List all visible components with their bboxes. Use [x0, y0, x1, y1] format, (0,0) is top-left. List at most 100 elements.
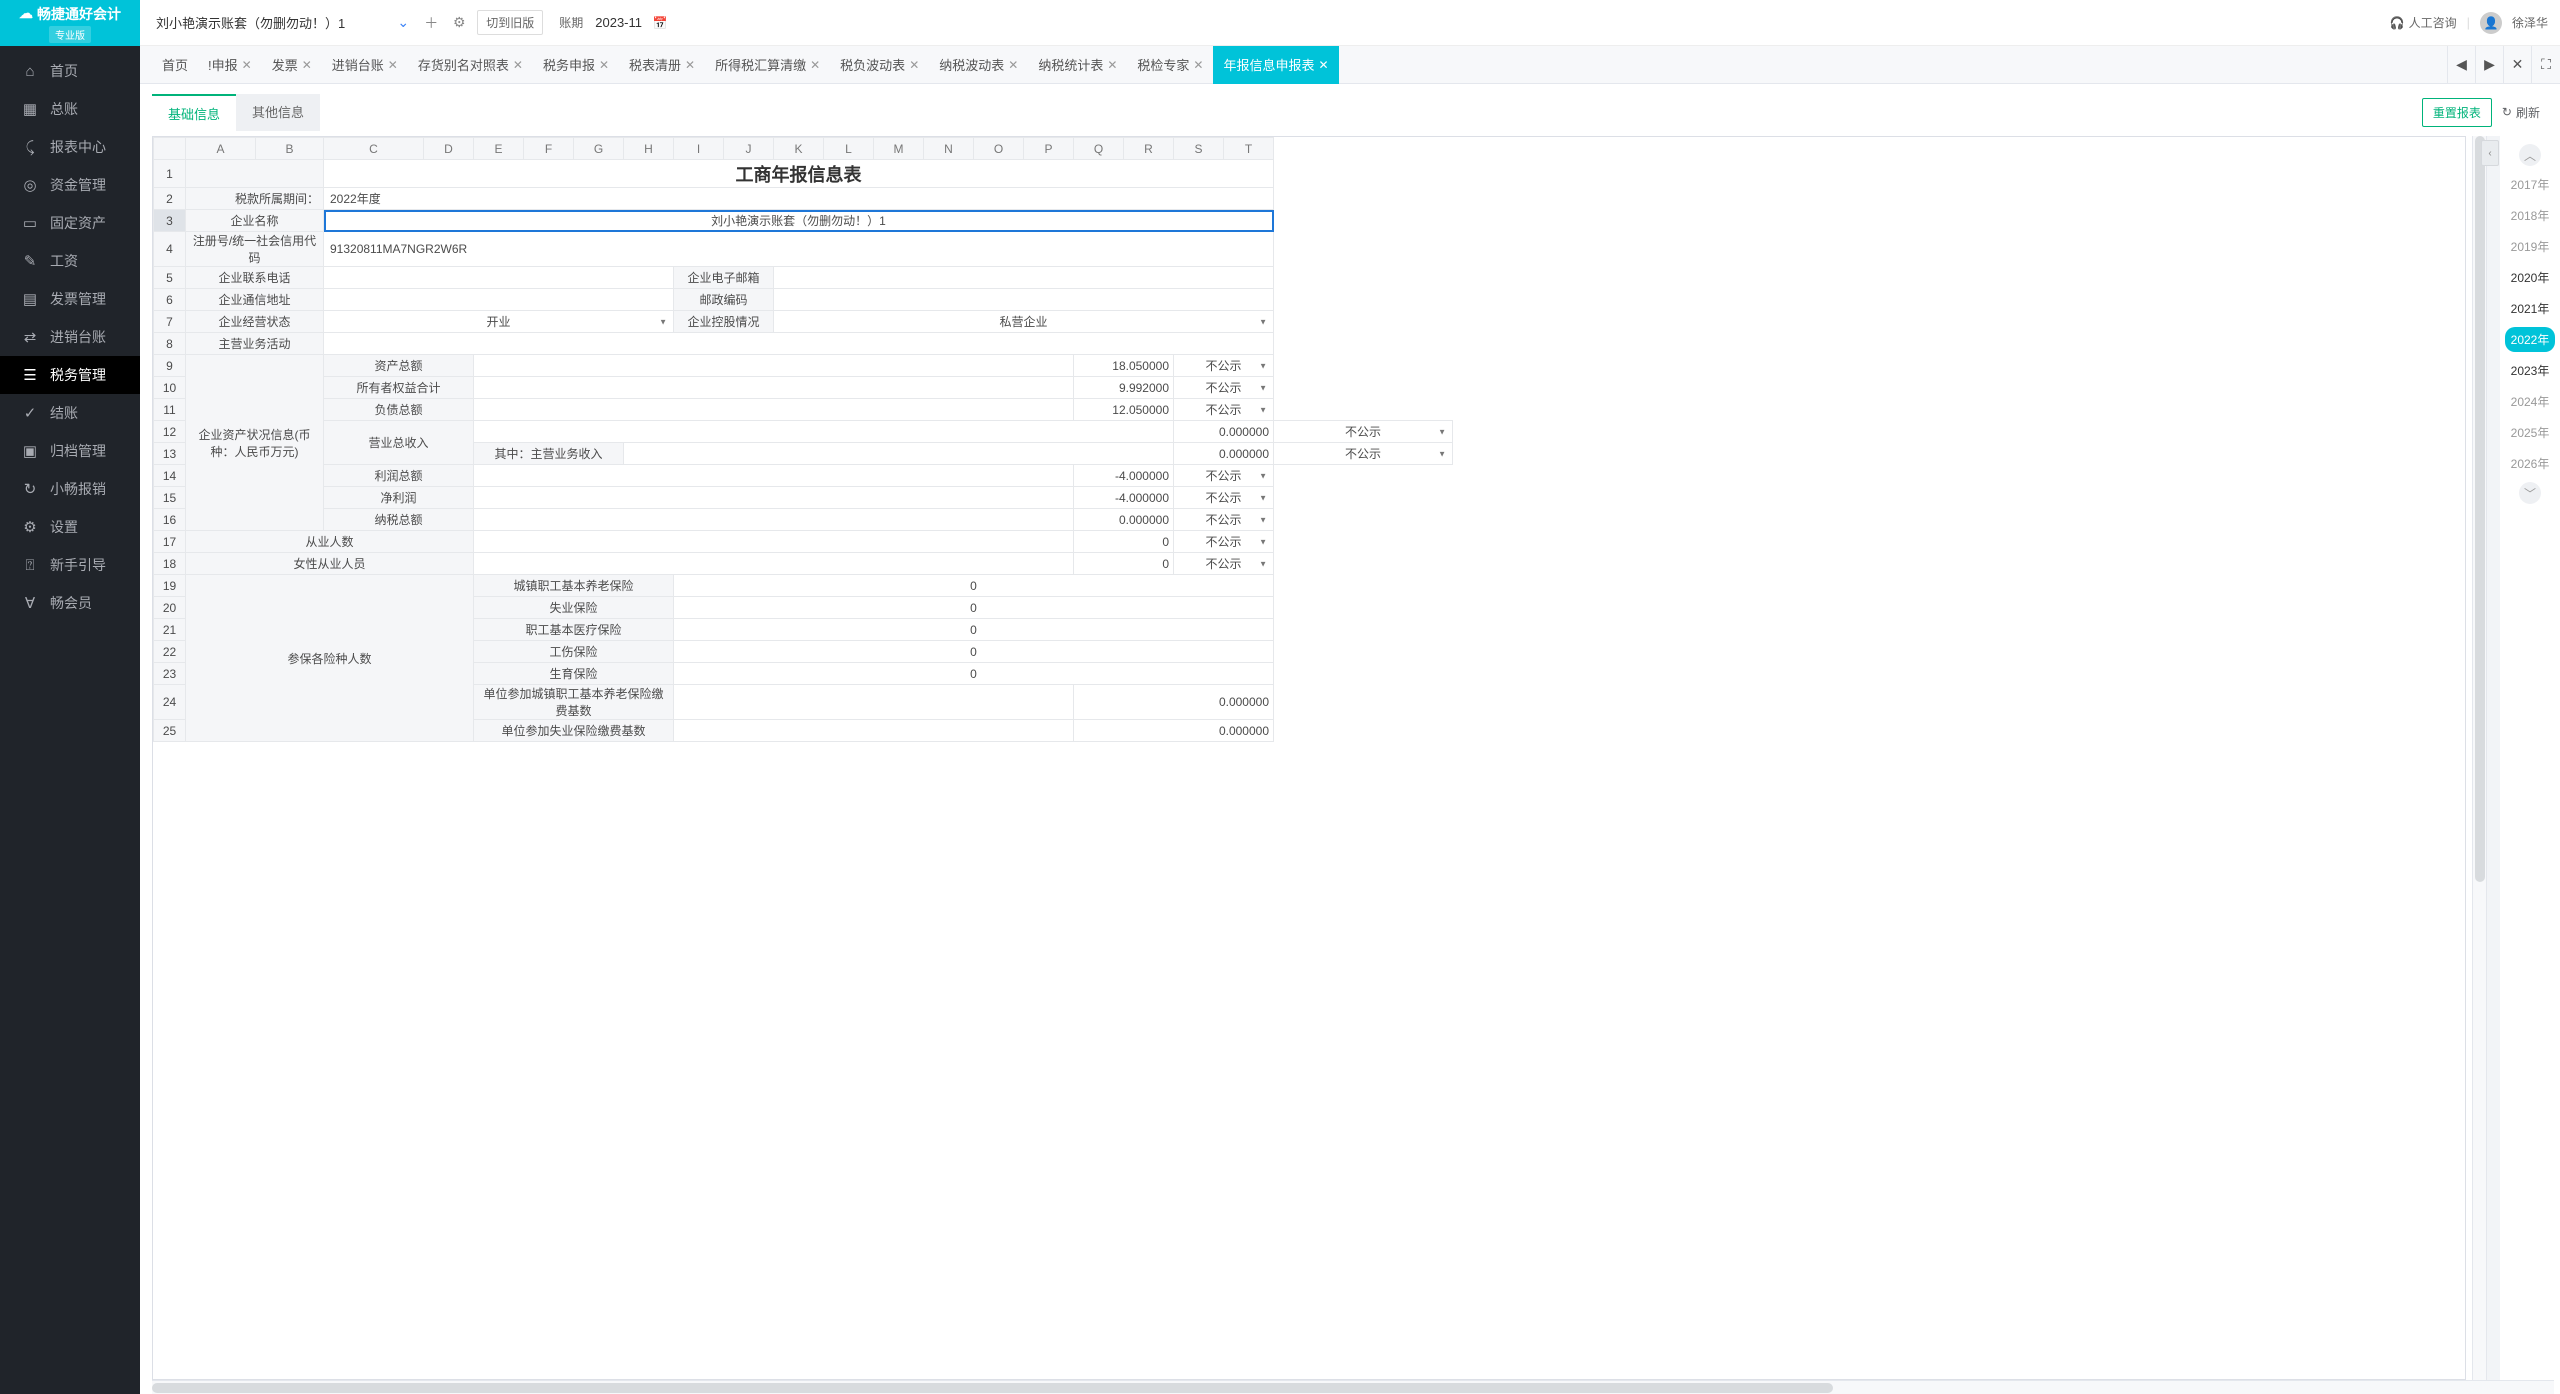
- nav-label: 小畅报销: [50, 479, 106, 499]
- close-icon[interactable]: ✕: [1319, 58, 1329, 72]
- close-icon[interactable]: ✕: [1008, 58, 1018, 72]
- nav-label: 工资: [50, 251, 78, 271]
- tab-label: !申报: [208, 55, 238, 74]
- nav-item-14[interactable]: ∀畅会员: [0, 584, 140, 622]
- horizontal-scrollbar[interactable]: [152, 1380, 2554, 1394]
- tabs-next-button[interactable]: ▶: [2476, 46, 2504, 84]
- nav-label: 畅会员: [50, 593, 92, 613]
- year-2026年[interactable]: 2026年: [2505, 451, 2556, 476]
- nav-label: 总账: [50, 99, 78, 119]
- year-2024年[interactable]: 2024年: [2505, 389, 2556, 414]
- collapse-gutter[interactable]: ‹: [2486, 136, 2500, 1380]
- tabs-prev-button[interactable]: ◀: [2448, 46, 2476, 84]
- avatar[interactable]: 👤: [2480, 12, 2502, 34]
- year-down-button[interactable]: ﹀: [2519, 482, 2541, 504]
- year-2020年[interactable]: 2020年: [2505, 265, 2556, 290]
- close-icon[interactable]: ✕: [599, 58, 609, 72]
- tab-6[interactable]: 税表清册✕: [619, 46, 705, 84]
- close-icon[interactable]: ✕: [388, 58, 398, 72]
- close-icon[interactable]: ✕: [1193, 58, 1203, 72]
- user-name[interactable]: 徐泽华: [2512, 14, 2548, 31]
- close-icon[interactable]: ✕: [810, 58, 820, 72]
- close-icon[interactable]: ✕: [513, 58, 523, 72]
- switch-old-button[interactable]: 切到旧版: [477, 10, 543, 35]
- fullscreen-button[interactable]: ⛶: [2532, 46, 2560, 84]
- tab-label: 存货别名对照表: [418, 55, 509, 74]
- close-icon[interactable]: ✕: [1107, 58, 1117, 72]
- nav-item-12[interactable]: ⚙ 设置: [0, 508, 140, 546]
- tab-10[interactable]: 纳税统计表✕: [1028, 46, 1127, 84]
- tab-3[interactable]: 进销台账 ✕: [322, 46, 408, 84]
- period-label: 账期: [559, 14, 583, 31]
- spreadsheet[interactable]: ABCDEFGHIJKLMNOPQRST1工商年报信息表2税款所属期间：2022…: [152, 136, 2466, 1380]
- year-2017年[interactable]: 2017年: [2505, 172, 2556, 197]
- nav-icon: ✎: [22, 252, 38, 270]
- nav-label: 新手引导: [50, 555, 106, 575]
- nav-item-9[interactable]: ✓结账: [0, 394, 140, 432]
- subtab-other[interactable]: 其他信息: [236, 94, 320, 131]
- nav-item-10[interactable]: ▣归档管理: [0, 432, 140, 470]
- nav-icon: ⚙: [22, 518, 38, 536]
- tab-11[interactable]: 税检专家 ✕: [1127, 46, 1213, 84]
- calendar-icon[interactable]: 📅: [650, 13, 670, 33]
- nav-item-8[interactable]: ☰ 税务管理: [0, 356, 140, 394]
- nav-item-13[interactable]: ⍰新手引导: [0, 546, 140, 584]
- nav-item-3[interactable]: ◎ 资金管理: [0, 166, 140, 204]
- tab-5[interactable]: 税务申报 ✕: [533, 46, 619, 84]
- period-value[interactable]: 2023-11: [595, 15, 642, 30]
- year-up-button[interactable]: ︿: [2519, 144, 2541, 166]
- nav-icon: ↻: [22, 480, 38, 498]
- nav-item-5[interactable]: ✎ 工资: [0, 242, 140, 280]
- account-name[interactable]: 刘小艳演示账套（勿删勿动！）1: [156, 13, 345, 32]
- nav-item-2[interactable]: ⤹报表中心: [0, 128, 140, 166]
- close-icon[interactable]: ✕: [685, 58, 695, 72]
- nav-item-4[interactable]: ▭固定资产: [0, 204, 140, 242]
- year-2021年[interactable]: 2021年: [2505, 296, 2556, 321]
- refresh-button[interactable]: ↻ 刷新: [2502, 98, 2540, 127]
- tab-0[interactable]: 首页: [152, 46, 198, 84]
- nav-label: 设置: [50, 517, 78, 537]
- nav-label: 税务管理: [50, 365, 106, 385]
- tab-4[interactable]: 存货别名对照表 ✕: [408, 46, 533, 84]
- nav-icon: ◎: [22, 176, 38, 194]
- tab-9[interactable]: 纳税波动表✕: [929, 46, 1028, 84]
- plus-icon[interactable]: ＋: [421, 13, 441, 33]
- consult-link[interactable]: 🎧 人工咨询: [2390, 14, 2457, 31]
- nav-item-0[interactable]: ⌂首页: [0, 52, 140, 90]
- nav-item-6[interactable]: ▤发票管理: [0, 280, 140, 318]
- sidebar: ☁ 畅捷通好会计 专业版 ⌂首页▦总账⤹报表中心◎资金管理▭固定资产✎工资▤发票…: [0, 0, 140, 1394]
- tabs-close-button[interactable]: ✕: [2504, 46, 2532, 84]
- year-2022年[interactable]: 2022年: [2505, 327, 2556, 352]
- topbar: 刘小艳演示账套（勿删勿动！）1 ⌄ ＋ ⚙ 切到旧版 账期 2023-11 📅 …: [140, 0, 2560, 46]
- tab-7[interactable]: 所得税汇算清缴✕: [705, 46, 830, 84]
- close-icon[interactable]: ✕: [302, 58, 312, 72]
- year-2023年[interactable]: 2023年: [2505, 358, 2556, 383]
- nav-icon: ☰: [22, 366, 38, 384]
- tab-2[interactable]: 发票 ✕: [262, 46, 322, 84]
- cloud-icon: ☁: [19, 5, 33, 22]
- tab-label: 进销台账: [332, 55, 384, 74]
- tab-label: 税检专家: [1137, 55, 1189, 74]
- reset-button[interactable]: 重置报表: [2422, 98, 2492, 127]
- tab-label: 发票: [272, 55, 298, 74]
- year-2018年[interactable]: 2018年: [2505, 203, 2556, 228]
- vertical-scrollbar[interactable]: [2472, 136, 2486, 1380]
- subtab-basic[interactable]: 基础信息: [152, 94, 236, 131]
- tab-8[interactable]: 税负波动表✕: [830, 46, 929, 84]
- nav-label: 结账: [50, 403, 78, 423]
- nav-label: 资金管理: [50, 175, 106, 195]
- nav-item-11[interactable]: ↻ 小畅报销: [0, 470, 140, 508]
- nav-item-7[interactable]: ⇄进销台账: [0, 318, 140, 356]
- nav-label: 进销台账: [50, 327, 106, 347]
- chevron-down-icon[interactable]: ⌄: [393, 13, 413, 33]
- gear-icon[interactable]: ⚙: [449, 13, 469, 33]
- close-icon[interactable]: ✕: [909, 58, 919, 72]
- tab-label: 税务申报: [543, 55, 595, 74]
- nav-item-1[interactable]: ▦总账: [0, 90, 140, 128]
- tab-1[interactable]: !申报 ✕: [198, 46, 262, 84]
- close-icon[interactable]: ✕: [242, 58, 252, 72]
- tab-label: 年报信息申报表: [1223, 55, 1314, 74]
- year-2019年[interactable]: 2019年: [2505, 234, 2556, 259]
- year-2025年[interactable]: 2025年: [2505, 420, 2556, 445]
- tab-12[interactable]: 年报信息申报表 ✕: [1213, 46, 1338, 84]
